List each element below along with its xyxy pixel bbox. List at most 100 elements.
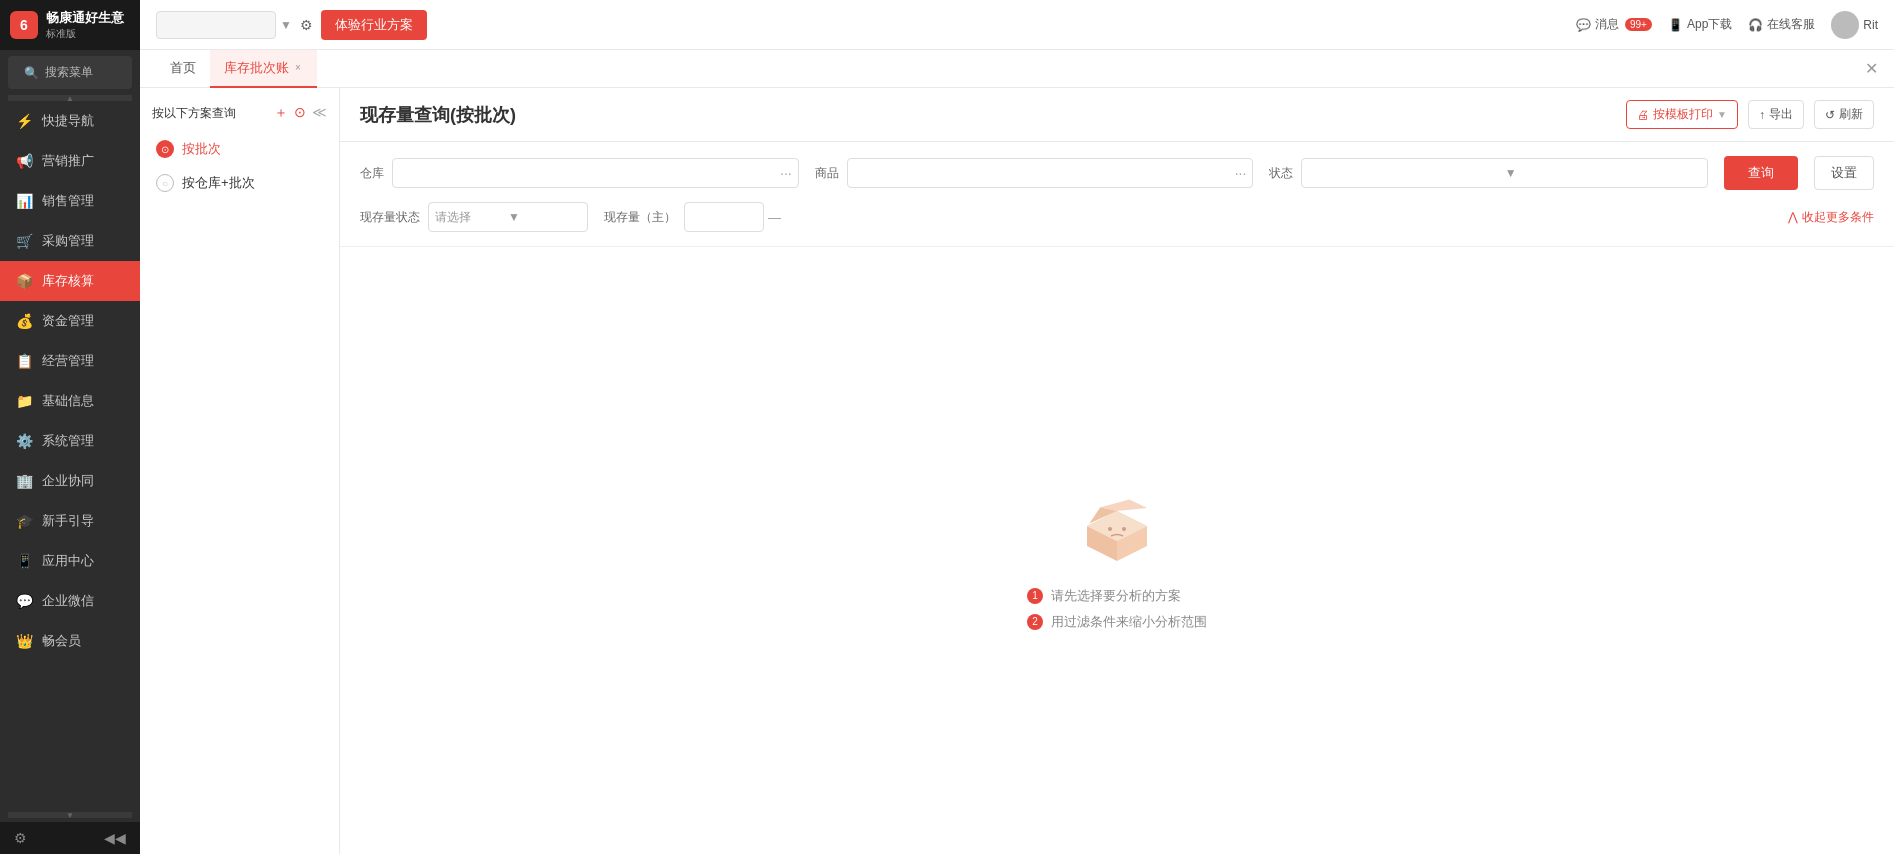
tab-home[interactable]: 首页: [156, 50, 210, 88]
topbar-gear-icon[interactable]: ⚙: [300, 17, 313, 33]
marketing-icon: 📢: [14, 151, 34, 171]
search-menu-item[interactable]: 🔍 搜索菜单: [8, 56, 132, 89]
export-icon: ↑: [1759, 108, 1765, 122]
sidebar-item-apps[interactable]: 📱 应用中心: [0, 541, 140, 581]
enterprise-icon: 🏢: [14, 471, 34, 491]
app-logo: 6: [10, 11, 38, 39]
main-area: ▼ ⚙ 体验行业方案 💬 消息 99+ 📱 App下载 🎧 在线客服 Rit: [140, 0, 1894, 854]
product-dots[interactable]: ···: [1235, 165, 1247, 181]
sales-icon: 📊: [14, 191, 34, 211]
export-btn[interactable]: ↑ 导出: [1748, 100, 1804, 129]
sidebar-item-basics[interactable]: 📁 基础信息: [0, 381, 140, 421]
topbar: ▼ ⚙ 体验行业方案 💬 消息 99+ 📱 App下载 🎧 在线客服 Rit: [140, 0, 1894, 50]
topbar-input-field[interactable]: [156, 11, 276, 39]
sidebar-footer: ⚙ ◀◀: [0, 822, 140, 854]
empty-tip-1: 1 请先选择要分析的方案: [1027, 587, 1207, 605]
status-select-wrap[interactable]: ▼: [1301, 158, 1708, 188]
product-input-wrap[interactable]: ···: [847, 158, 1254, 188]
weixin-icon: 💬: [14, 591, 34, 611]
warehouse-input[interactable]: [399, 166, 780, 180]
collapse-more-btn[interactable]: ⋀ 收起更多条件: [1788, 209, 1874, 226]
purchase-icon: 🛒: [14, 231, 34, 251]
product-input[interactable]: [854, 166, 1235, 180]
sidebar-item-purchase[interactable]: 🛒 采购管理: [0, 221, 140, 261]
experience-btn[interactable]: 体验行业方案: [321, 10, 427, 40]
topbar-dropdown-icon[interactable]: ▼: [280, 18, 292, 32]
tab-close-btn[interactable]: ×: [293, 62, 303, 73]
settings-btn[interactable]: 设置: [1814, 156, 1874, 190]
warehouse-input-wrap[interactable]: ···: [392, 158, 799, 188]
collapse-icon: ⋀: [1788, 210, 1798, 224]
product-filter: 商品 ···: [815, 158, 1254, 188]
svg-point-6: [1108, 527, 1112, 531]
quantity-filter: 现存量（主） —: [604, 202, 781, 232]
filter-area: 仓库 ··· 商品 ··· 状态: [340, 142, 1894, 247]
message-icon: 💬: [1576, 18, 1591, 32]
left-panel-actions: ＋ ⊙ ≪: [274, 104, 327, 122]
sidebar-navigation: ⚡ 快捷导航 📢 营销推广 📊 销售管理 🛒 采购管理 📦 库存核算 💰 资金管…: [0, 101, 140, 812]
warehouse-dots[interactable]: ···: [780, 165, 792, 181]
tabbar: 首页 库存批次账 × ✕: [140, 50, 1894, 88]
inventory-status-select-wrap[interactable]: 请选择 ▼: [428, 202, 588, 232]
plan-item-batch[interactable]: ⊙ 按批次: [140, 132, 339, 166]
collapse-sidebar-icon[interactable]: ◀◀: [104, 830, 126, 846]
filter-row-2: 现存量状态 请选择 ▼ 现存量（主） — ⋀: [360, 202, 1874, 232]
empty-tip-2: 2 用过滤条件来缩小分析范围: [1027, 613, 1207, 631]
quantity-min-input[interactable]: [684, 202, 764, 232]
print-icon: 🖨: [1637, 108, 1649, 122]
inventory-status-filter: 现存量状态 请选择 ▼: [360, 202, 588, 232]
messages-btn[interactable]: 💬 消息 99+: [1576, 16, 1652, 33]
chevron-down-icon: ▼: [66, 811, 74, 820]
sidebar-item-operations[interactable]: 📋 经营管理: [0, 341, 140, 381]
tab-inventory-batch[interactable]: 库存批次账 ×: [210, 50, 317, 88]
empty-illustration: [1067, 471, 1167, 571]
member-icon: 👑: [14, 631, 34, 651]
right-content: 现存量查询(按批次) 🖨 按模板打印 ▼ ↑ 导出 ↺: [340, 88, 1894, 854]
query-btn[interactable]: 查询: [1724, 156, 1798, 190]
svg-point-7: [1122, 527, 1126, 531]
app-download-btn[interactable]: 📱 App下载: [1668, 16, 1732, 33]
phone-icon: 📱: [1668, 18, 1683, 32]
page-header: 现存量查询(按批次) 🖨 按模板打印 ▼ ↑ 导出 ↺: [340, 88, 1894, 142]
sidebar: 6 畅康通好生意 标准版 🔍 搜索菜单 ▲ ⚡ 快捷导航 📢 营销推广 📊 销售…: [0, 0, 140, 854]
sidebar-item-weixin[interactable]: 💬 企业微信: [0, 581, 140, 621]
warehouse-batch-plan-icon: ○: [156, 174, 174, 192]
online-service-btn[interactable]: 🎧 在线客服: [1748, 16, 1815, 33]
topbar-input-area: ▼: [156, 11, 292, 39]
settings-plan-icon[interactable]: ⊙: [294, 104, 306, 122]
refresh-icon: ↺: [1825, 108, 1835, 122]
refresh-btn[interactable]: ↺ 刷新: [1814, 100, 1874, 129]
collapse-panel-icon[interactable]: ≪: [312, 104, 327, 122]
user-avatar-btn[interactable]: Rit: [1831, 11, 1878, 39]
scroll-down-btn[interactable]: ▼: [8, 812, 132, 818]
sidebar-item-quick[interactable]: ⚡ 快捷导航: [0, 101, 140, 141]
settings-icon[interactable]: ⚙: [14, 830, 27, 846]
add-plan-icon[interactable]: ＋: [274, 104, 288, 122]
left-panel: 按以下方案查询 ＋ ⊙ ≪ ⊙ 按批次 ○ 按仓库+批次: [140, 88, 340, 854]
status-filter: 状态 ▼: [1269, 158, 1708, 188]
system-icon: ⚙️: [14, 431, 34, 451]
sidebar-header: 6 畅康通好生意 标准版: [0, 0, 140, 50]
sidebar-item-finance[interactable]: 💰 资金管理: [0, 301, 140, 341]
topbar-left: ▼ ⚙ 体验行业方案: [156, 10, 1576, 40]
sidebar-item-member[interactable]: 👑 畅会员: [0, 621, 140, 661]
newbie-icon: 🎓: [14, 511, 34, 531]
sidebar-item-system[interactable]: ⚙️ 系统管理: [0, 421, 140, 461]
template-print-btn[interactable]: 🖨 按模板打印 ▼: [1626, 100, 1738, 129]
basics-icon: 📁: [14, 391, 34, 411]
page-close-btn[interactable]: ✕: [1865, 59, 1878, 78]
page-content: 按以下方案查询 ＋ ⊙ ≪ ⊙ 按批次 ○ 按仓库+批次 现存量查询: [140, 88, 1894, 854]
sidebar-item-inventory[interactable]: 📦 库存核算: [0, 261, 140, 301]
page-actions: 🖨 按模板打印 ▼ ↑ 导出 ↺ 刷新: [1626, 100, 1874, 129]
topbar-right: 💬 消息 99+ 📱 App下载 🎧 在线客服 Rit: [1576, 11, 1878, 39]
page-title-row: 现存量查询(按批次) 🖨 按模板打印 ▼ ↑ 导出 ↺: [360, 100, 1874, 129]
app-brand: 畅康通好生意 标准版: [46, 10, 124, 40]
sidebar-item-newbie[interactable]: 🎓 新手引导: [0, 501, 140, 541]
sidebar-item-enterprise[interactable]: 🏢 企业协同: [0, 461, 140, 501]
sidebar-item-sales[interactable]: 📊 销售管理: [0, 181, 140, 221]
headset-icon: 🎧: [1748, 18, 1763, 32]
plan-item-warehouse-batch[interactable]: ○ 按仓库+批次: [140, 166, 339, 200]
sidebar-item-marketing[interactable]: 📢 营销推广: [0, 141, 140, 181]
apps-icon: 📱: [14, 551, 34, 571]
print-dropdown-icon[interactable]: ▼: [1717, 109, 1727, 120]
